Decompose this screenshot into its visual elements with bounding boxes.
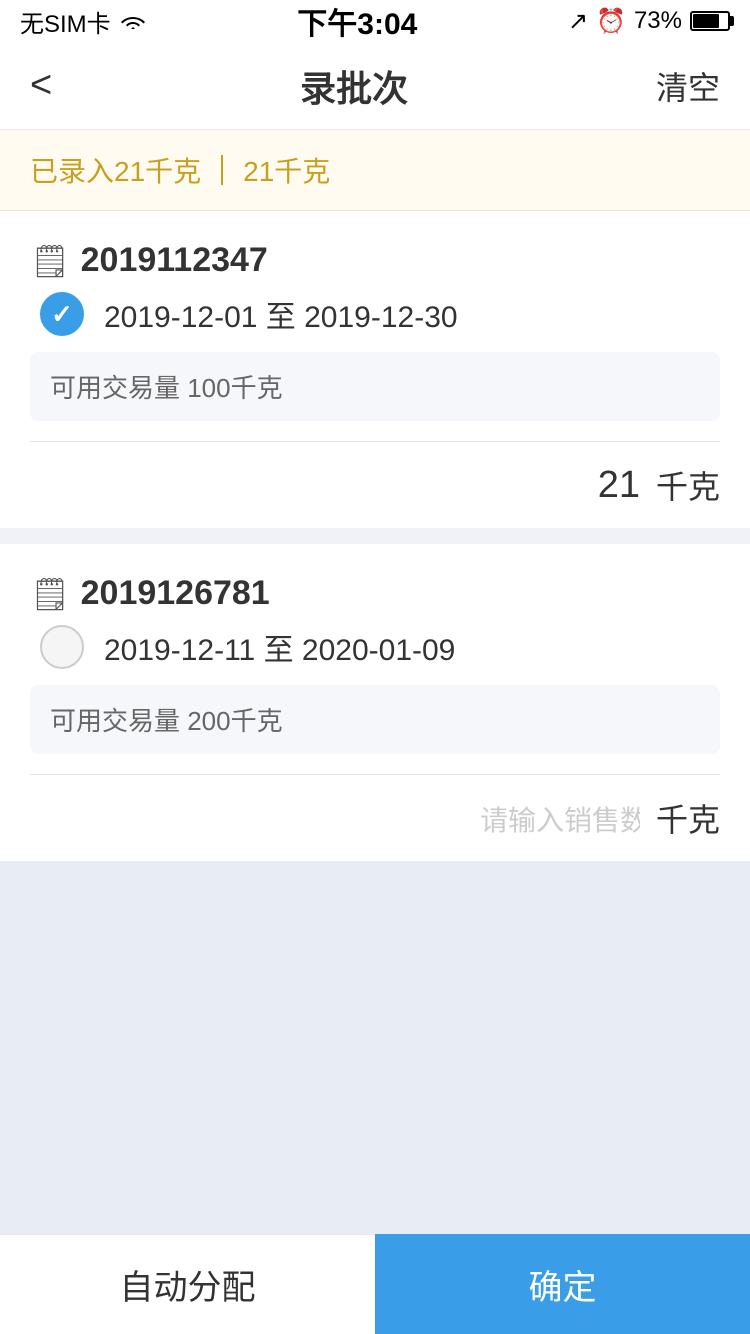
card-divider-1 — [0, 528, 750, 544]
empty-area — [0, 861, 750, 1241]
nav-bar: < 录批次 清空 — [0, 42, 750, 130]
radio-button-2[interactable] — [40, 625, 84, 669]
quantity-unit-2: 千克 — [656, 795, 720, 841]
quantity-row-2: 千克 — [30, 774, 720, 861]
summary-value: 21千克 — [243, 150, 330, 190]
page-title: 录批次 — [300, 60, 408, 112]
battery-icon — [690, 11, 730, 31]
wifi-icon — [119, 11, 147, 31]
batch-header-1: 🗒 2019112347 — [30, 241, 720, 280]
status-left: 无SIM卡 — [20, 4, 147, 39]
batch-date-2: 2019-12-11 至 2020-01-09 — [104, 625, 455, 669]
batch-card-2: 🗒 2019126781 2019-12-11 至 2020-01-09 可用交… — [0, 544, 750, 861]
summary-label: 已录入21千克 — [30, 150, 201, 190]
batch-date-1: 2019-12-01 至 2019-12-30 — [104, 292, 458, 336]
alarm-icon: ⏰ — [596, 7, 626, 36]
batch-card-1: 🗒 2019112347 2019-12-01 至 2019-12-30 可用交… — [0, 211, 750, 528]
batch-id-1: 2019112347 — [81, 241, 268, 280]
battery-text: 73% — [634, 7, 682, 35]
batch-availability-1: 可用交易量 100千克 — [30, 352, 720, 421]
confirm-button[interactable]: 确定 — [375, 1234, 750, 1334]
status-bar: 无SIM卡 下午3:04 ↗ ⏰ 73% — [0, 0, 750, 42]
auto-distribute-button[interactable]: 自动分配 — [0, 1234, 375, 1334]
bottom-bar: 自动分配 确定 — [0, 1234, 750, 1334]
location-icon: ↗ — [568, 7, 588, 36]
batch-header-2: 🗒 2019126781 — [30, 574, 720, 613]
quantity-input-2[interactable] — [480, 797, 640, 840]
batch-row-2: 2019-12-11 至 2020-01-09 — [30, 625, 720, 669]
back-button[interactable]: < — [30, 64, 52, 107]
quantity-row-1: 千克 — [30, 441, 720, 528]
summary-banner: 已录入21千克 21千克 — [0, 130, 750, 211]
batch-icon-2: 🗒 — [30, 575, 71, 613]
radio-button-1[interactable] — [40, 292, 84, 336]
time-display: 下午3:04 — [297, 0, 417, 43]
batch-availability-2: 可用交易量 200千克 — [30, 685, 720, 754]
clear-button[interactable]: 清空 — [656, 63, 720, 109]
batch-icon-1: 🗒 — [30, 242, 71, 280]
status-right: ↗ ⏰ 73% — [568, 7, 730, 36]
batch-id-2: 2019126781 — [81, 574, 270, 613]
summary-divider — [221, 155, 223, 185]
quantity-input-1[interactable] — [480, 464, 640, 507]
carrier-text: 无SIM卡 — [20, 4, 111, 39]
batch-row-1: 2019-12-01 至 2019-12-30 — [30, 292, 720, 336]
quantity-unit-1: 千克 — [656, 462, 720, 508]
